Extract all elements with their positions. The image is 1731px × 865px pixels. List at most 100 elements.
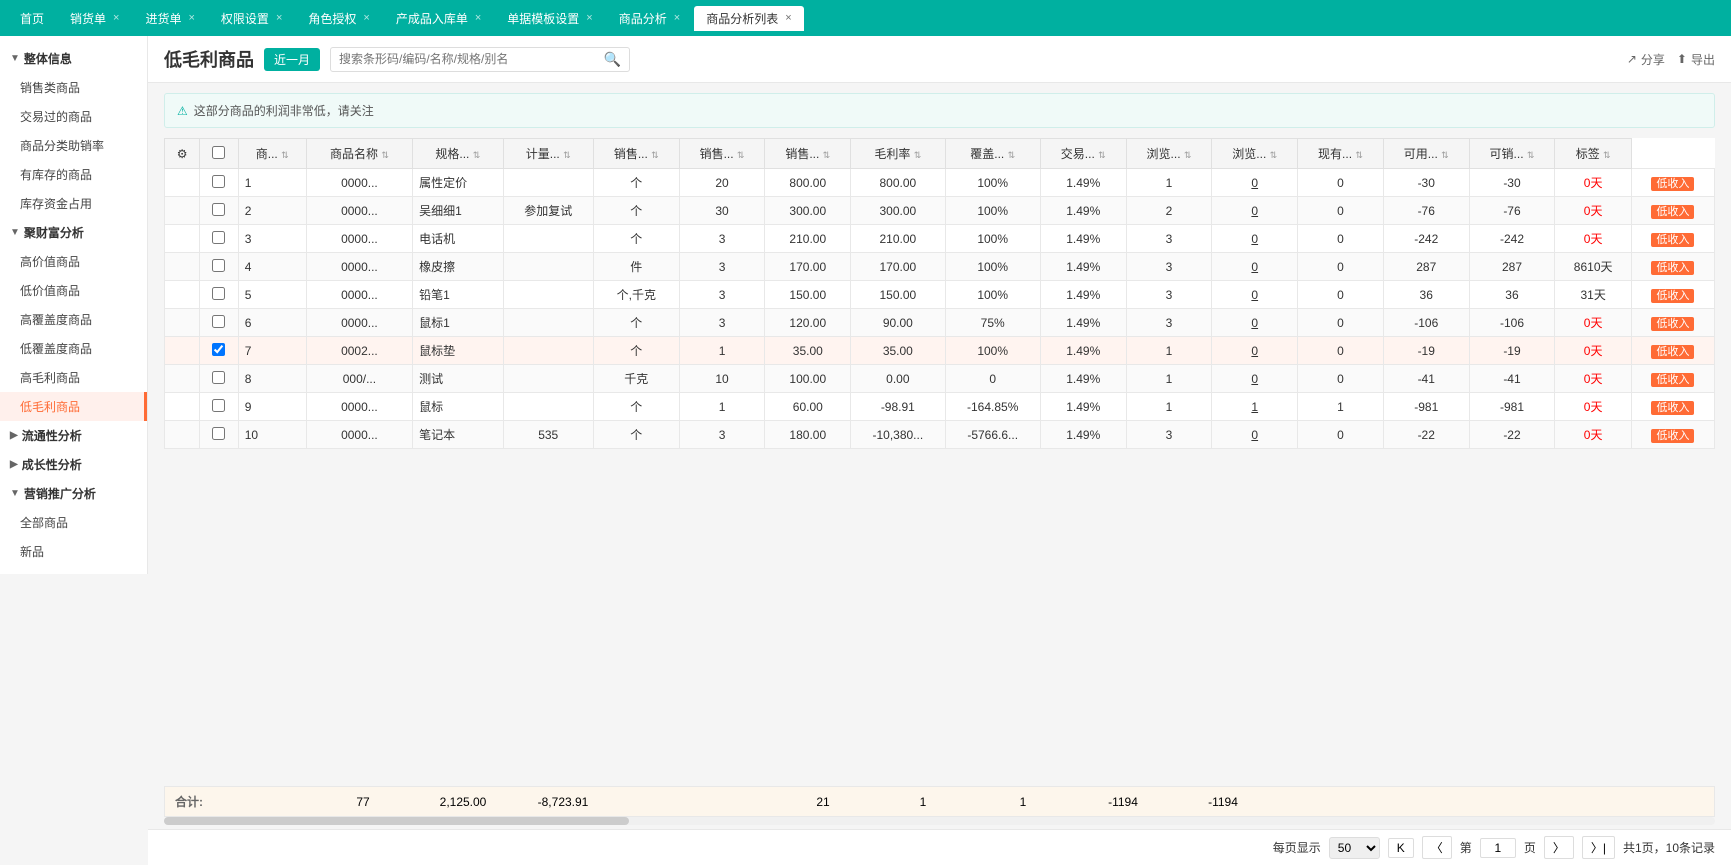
row-browse1[interactable]: 1 — [1212, 393, 1298, 421]
table-row[interactable]: 9 0000... 鼠标 个 1 60.00 -98.91 -164.85% 1… — [165, 393, 1715, 421]
row-check-8[interactable] — [212, 399, 225, 412]
sidebar-group-flow[interactable]: ▶ 流通性分析 — [0, 421, 147, 450]
nav-template-close[interactable]: × — [586, 12, 592, 24]
sidebar-item-category-sales[interactable]: 商品分类助销率 — [0, 131, 147, 160]
row-check-0[interactable] — [212, 175, 225, 188]
nav-analysis-list-close[interactable]: × — [785, 12, 791, 24]
row-checkbox[interactable] — [200, 365, 239, 393]
table-row[interactable]: 5 0000... 铅笔1 个,千克 3 150.00 150.00 100% … — [165, 281, 1715, 309]
sidebar-item-stock-goods[interactable]: 有库存的商品 — [0, 160, 147, 189]
col-trade-count[interactable]: 交易... ⇅ — [1040, 139, 1126, 169]
col-code[interactable]: 商... ⇅ — [238, 139, 306, 169]
row-checkbox[interactable] — [200, 169, 239, 197]
nav-role-close[interactable]: × — [363, 12, 369, 24]
sidebar-group-marketing[interactable]: ▼ 营销推广分析 — [0, 479, 147, 508]
row-check-5[interactable] — [212, 315, 225, 328]
col-available[interactable]: 可用... ⇅ — [1383, 139, 1469, 169]
col-setting[interactable]: ⚙ — [165, 139, 200, 169]
row-check-7[interactable] — [212, 371, 225, 384]
row-checkbox[interactable] — [200, 309, 239, 337]
row-browse1[interactable]: 0 — [1212, 197, 1298, 225]
last-page-btn[interactable]: 〉| — [1582, 836, 1615, 859]
table-row[interactable]: 8 000/... 测试 千克 10 100.00 0.00 0 1.49% 1… — [165, 365, 1715, 393]
date-filter-btn[interactable]: 近一月 — [264, 48, 320, 71]
export-btn[interactable]: ⬆ 导出 — [1677, 51, 1715, 68]
sidebar-item-all-goods[interactable]: 全部商品 — [0, 508, 147, 537]
row-browse1[interactable]: 0 — [1212, 337, 1298, 365]
row-check-4[interactable] — [212, 287, 225, 300]
col-sale-qty[interactable]: 销售... ⇅ — [593, 139, 679, 169]
col-browse1[interactable]: 浏览... ⇅ — [1126, 139, 1212, 169]
nav-home[interactable]: 首页 — [8, 6, 56, 31]
nav-purchase[interactable]: 进货单× — [133, 6, 206, 31]
col-current-stock[interactable]: 现有... ⇅ — [1298, 139, 1384, 169]
page-size-select[interactable]: 50 100 200 — [1329, 837, 1380, 859]
nav-analysis[interactable]: 商品分析× — [607, 6, 692, 31]
row-check-9[interactable] — [212, 427, 225, 440]
sidebar-group-wealth[interactable]: ▼ 聚财富分析 — [0, 218, 147, 247]
nav-product-in-close[interactable]: × — [475, 12, 481, 24]
row-checkbox[interactable] — [200, 197, 239, 225]
sidebar-item-low-margin[interactable]: 低毛利商品 — [0, 392, 147, 421]
row-browse1[interactable]: 0 — [1212, 309, 1298, 337]
table-row[interactable]: 4 0000... 橡皮擦 件 3 170.00 170.00 100% 1.4… — [165, 253, 1715, 281]
nav-product-in[interactable]: 产成品入库单× — [384, 6, 493, 31]
prev-page-btn[interactable]: 〈 — [1422, 836, 1452, 859]
col-gross-margin[interactable]: 毛利率 ⇅ — [851, 139, 945, 169]
row-check-1[interactable] — [212, 203, 225, 216]
row-checkbox[interactable] — [200, 337, 239, 365]
search-icon[interactable]: 🔍 — [604, 51, 621, 68]
row-browse1[interactable]: 0 — [1212, 421, 1298, 449]
table-row[interactable]: 3 0000... 电话机 个 3 210.00 210.00 100% 1.4… — [165, 225, 1715, 253]
row-browse1[interactable]: 0 — [1212, 253, 1298, 281]
select-all-checkbox[interactable] — [212, 146, 225, 159]
sidebar-item-low-coverage[interactable]: 低覆盖度商品 — [0, 334, 147, 363]
row-browse1[interactable]: 0 — [1212, 281, 1298, 309]
col-name[interactable]: 商品名称 ⇅ — [306, 139, 412, 169]
table-row[interactable]: 10 0000... 笔记本 535 个 3 180.00 -10,380...… — [165, 421, 1715, 449]
horizontal-scrollbar[interactable] — [164, 817, 1715, 825]
sidebar-item-high-coverage[interactable]: 高覆盖度商品 — [0, 305, 147, 334]
current-page-input[interactable] — [1480, 838, 1516, 858]
sidebar-item-new-goods[interactable]: 新品 — [0, 537, 147, 566]
col-sale-price[interactable]: 销售... ⇅ — [679, 139, 765, 169]
col-sale-amount[interactable]: 销售... ⇅ — [765, 139, 851, 169]
row-check-6[interactable] — [212, 343, 225, 356]
row-checkbox[interactable] — [200, 393, 239, 421]
sidebar-item-high-value[interactable]: 高价值商品 — [0, 247, 147, 276]
nav-sales-close[interactable]: × — [113, 12, 119, 24]
row-browse1[interactable]: 0 — [1212, 225, 1298, 253]
row-check-3[interactable] — [212, 259, 225, 272]
table-row[interactable]: 2 0000... 吴细细1 参加复试 个 30 300.00 300.00 1… — [165, 197, 1715, 225]
sidebar-item-traded-goods[interactable]: 交易过的商品 — [0, 102, 147, 131]
nav-template[interactable]: 单据模板设置× — [495, 6, 604, 31]
sidebar-item-low-value[interactable]: 低价值商品 — [0, 276, 147, 305]
col-tag[interactable]: 标签 ⇅ — [1555, 139, 1632, 169]
next-page-btn[interactable]: 〉 — [1544, 836, 1574, 859]
sidebar-item-sales-goods[interactable]: 销售类商品 — [0, 73, 147, 102]
table-row[interactable]: 1 0000... 属性定价 个 20 800.00 800.00 100% 1… — [165, 169, 1715, 197]
row-checkbox[interactable] — [200, 225, 239, 253]
row-checkbox[interactable] — [200, 421, 239, 449]
nav-sales[interactable]: 销货单× — [58, 6, 131, 31]
scrollbar-thumb[interactable] — [164, 817, 629, 825]
col-spec[interactable]: 规格... ⇅ — [413, 139, 503, 169]
sidebar-item-high-margin[interactable]: 高毛利商品 — [0, 363, 147, 392]
table-row[interactable]: 7 0002... 鼠标垫 个 1 35.00 35.00 100% 1.49%… — [165, 337, 1715, 365]
col-saleable[interactable]: 可销... ⇅ — [1469, 139, 1555, 169]
share-btn[interactable]: ↗ 分享 — [1627, 51, 1665, 68]
nav-permission-close[interactable]: × — [276, 12, 282, 24]
nav-permission[interactable]: 权限设置× — [209, 6, 294, 31]
nav-analysis-close[interactable]: × — [674, 12, 680, 24]
col-unit[interactable]: 计量... ⇅ — [503, 139, 593, 169]
search-input[interactable] — [339, 52, 598, 66]
sidebar-group-overview[interactable]: ▼ 整体信息 — [0, 44, 147, 73]
sidebar-item-stock-capital[interactable]: 库存资金占用 — [0, 189, 147, 218]
table-row[interactable]: 6 0000... 鼠标1 个 3 120.00 90.00 75% 1.49%… — [165, 309, 1715, 337]
row-checkbox[interactable] — [200, 253, 239, 281]
row-browse1[interactable]: 0 — [1212, 365, 1298, 393]
row-browse1[interactable]: 0 — [1212, 169, 1298, 197]
sidebar-group-growth[interactable]: ▶ 成长性分析 — [0, 450, 147, 479]
col-coverage[interactable]: 覆盖... ⇅ — [945, 139, 1040, 169]
nav-role[interactable]: 角色授权× — [296, 6, 381, 31]
